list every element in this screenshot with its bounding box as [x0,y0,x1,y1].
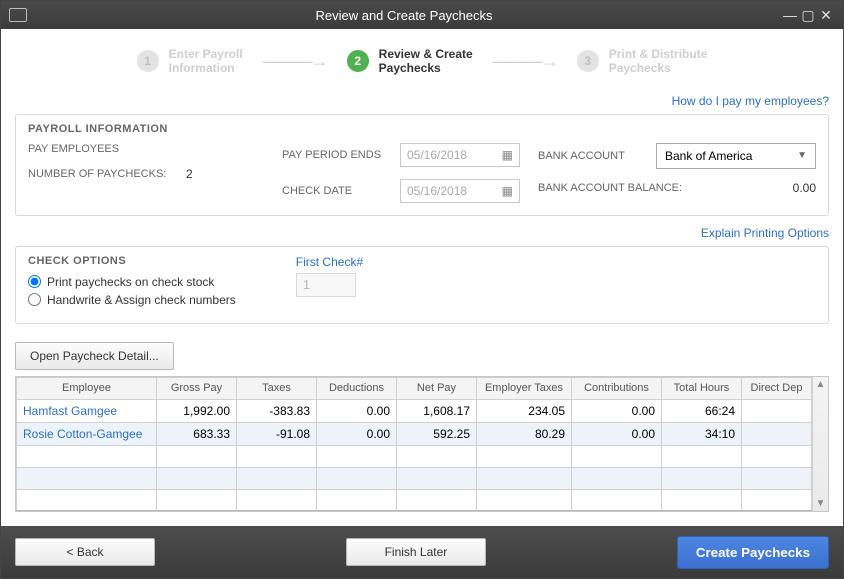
payroll-info-heading: PAYROLL INFORMATION [28,123,816,135]
explain-printing-options-link[interactable]: Explain Printing Options [701,226,829,240]
arrow-icon: ———→ [493,51,557,72]
check-options-panel: CHECK OPTIONS Print paychecks on check s… [15,246,829,324]
check-options-heading: CHECK OPTIONS [28,255,236,267]
col-total-hours[interactable]: Total Hours [662,377,742,399]
window-menu-icon[interactable] [9,8,27,22]
step-3-label: Print & Distribute Paychecks [609,47,708,76]
col-contributions[interactable]: Contributions [572,377,662,399]
bank-balance-value: 0.00 [793,181,816,195]
titlebar: Review and Create Paychecks — ▢ ✕ [1,1,843,29]
bank-account-select[interactable]: Bank of America ▼ [656,143,816,169]
radio-print-check-stock[interactable]: Print paychecks on check stock [28,275,236,289]
payroll-info-panel: PAYROLL INFORMATION PAY EMPLOYEES NUMBER… [15,114,829,216]
vertical-scrollbar[interactable]: ▲ ▼ [812,377,828,511]
open-paycheck-detail-button[interactable]: Open Paycheck Detail... [15,342,174,370]
employee-link[interactable]: Rosie Cotton-Gamgee [17,422,157,445]
col-employer-taxes[interactable]: Employer Taxes [477,377,572,399]
table-header-row: Employee Gross Pay Taxes Deductions Net … [17,377,812,399]
check-date-label: CHECK DATE [282,185,392,197]
col-taxes[interactable]: Taxes [237,377,317,399]
num-paychecks-value: 2 [186,167,193,181]
col-net-pay[interactable]: Net Pay [397,377,477,399]
finish-later-button[interactable]: Finish Later [346,538,486,566]
col-employee[interactable]: Employee [17,377,157,399]
col-deductions[interactable]: Deductions [317,377,397,399]
window-title: Review and Create Paychecks [27,8,781,23]
calendar-icon[interactable]: ▦ [502,184,513,198]
calendar-icon[interactable]: ▦ [502,148,513,162]
arrow-icon: ———→ [263,51,327,72]
pay-period-ends-label: PAY PERIOD ENDS [282,149,392,161]
radio-handwrite-assign[interactable]: Handwrite & Assign check numbers [28,293,236,307]
app-window: Review and Create Paychecks — ▢ ✕ 1 Ente… [0,0,844,579]
num-paychecks-label: NUMBER OF PAYCHECKS: [28,168,178,180]
table-row[interactable]: Rosie Cotton-Gamgee 683.33 -91.08 0.00 5… [17,422,812,445]
step-1-label: Enter Payroll Information [169,47,243,76]
scroll-up-icon[interactable]: ▲ [816,379,826,390]
content-area: 1 Enter Payroll Information ———→ 2 Revie… [1,29,843,526]
paycheck-table: Employee Gross Pay Taxes Deductions Net … [15,376,829,512]
minimize-button[interactable]: — [781,7,799,23]
radio-print-check-stock-input[interactable] [28,275,41,288]
footer-bar: < Back Finish Later Create Paychecks [1,526,843,578]
help-pay-employees-link[interactable]: How do I pay my employees? [672,94,829,108]
step-print-distribute: 3 Print & Distribute Paychecks [577,47,708,76]
step-enter-payroll: 1 Enter Payroll Information [137,47,243,76]
bank-account-label: BANK ACCOUNT [538,150,648,162]
col-gross-pay[interactable]: Gross Pay [157,377,237,399]
step-2-label: Review & Create Paychecks [379,47,473,76]
scroll-down-icon[interactable]: ▼ [816,498,826,509]
pay-period-ends-input[interactable]: 05/16/2018 ▦ [400,143,520,167]
employee-link[interactable]: Hamfast Gamgee [17,399,157,422]
back-button[interactable]: < Back [15,538,155,566]
radio-handwrite-assign-input[interactable] [28,293,41,306]
table-row-empty[interactable] [17,467,812,489]
create-paychecks-button[interactable]: Create Paychecks [677,536,829,569]
pay-employees-label: PAY EMPLOYEES [28,143,138,155]
bank-balance-label: BANK ACCOUNT BALANCE: [538,182,688,194]
table-row-empty[interactable] [17,489,812,511]
wizard-stepper: 1 Enter Payroll Information ———→ 2 Revie… [15,47,829,76]
step-review-create: 2 Review & Create Paychecks [347,47,473,76]
check-date-input[interactable]: 05/16/2018 ▦ [400,179,520,203]
chevron-down-icon: ▼ [797,150,807,161]
step-3-circle: 3 [577,50,599,72]
close-button[interactable]: ✕ [817,7,835,24]
col-direct-dep[interactable]: Direct Dep [742,377,812,399]
table-row-empty[interactable] [17,445,812,467]
step-2-circle: 2 [347,50,369,72]
first-check-link[interactable]: First Check# [296,255,363,269]
maximize-button[interactable]: ▢ [799,7,817,24]
table-row[interactable]: Hamfast Gamgee 1,992.00 -383.83 0.00 1,6… [17,399,812,422]
first-check-input [296,273,356,297]
step-1-circle: 1 [137,50,159,72]
